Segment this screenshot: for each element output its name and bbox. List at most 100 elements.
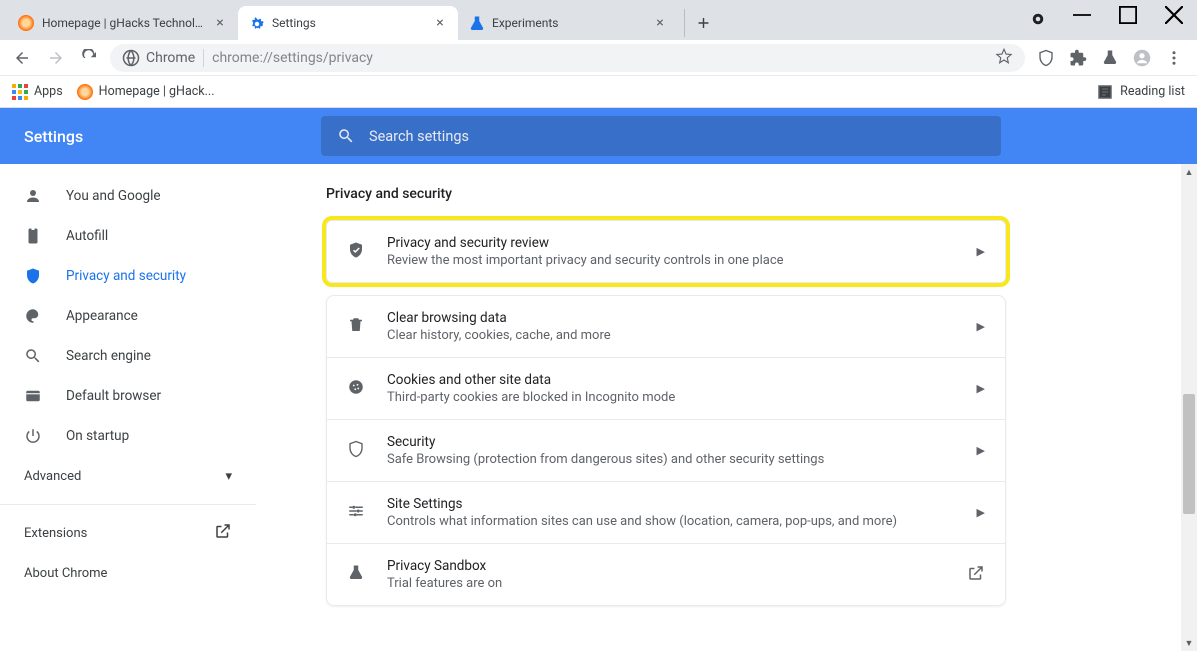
search-icon [24,347,44,365]
settings-content: You and Google Autofill Privacy and secu… [0,164,1197,651]
extensions-icon[interactable] [1063,43,1093,73]
sidebar-label: Search engine [66,348,151,364]
bookmark-ghacks[interactable]: Homepage | gHack... [77,84,215,100]
ublock-icon[interactable] [1031,43,1061,73]
window-controls [1059,0,1197,30]
tab-strip: Homepage | gHacks Technology × Settings … [0,0,712,40]
sidebar-extensions[interactable]: Extensions [0,513,256,553]
reading-list-label: Reading list [1120,84,1185,99]
row-subtitle: Review the most important privacy and se… [387,253,957,268]
row-privacy-review[interactable]: Privacy and security review Review the mo… [327,221,1005,282]
sidebar-label: On startup [66,428,129,444]
row-title: Security [387,434,957,450]
row-title: Site Settings [387,496,957,512]
chevron-right-icon: ▶ [977,382,985,395]
search-icon [337,127,355,145]
row-subtitle: Trial features are on [387,576,947,591]
sidebar-item-privacy-security[interactable]: Privacy and security [0,256,256,296]
labs-icon[interactable] [1095,43,1125,73]
scroll-up-icon[interactable]: ▲ [1181,164,1197,180]
new-tab-button[interactable] [684,9,712,37]
tab-ghacks[interactable]: Homepage | gHacks Technology × [8,6,238,40]
tab-settings[interactable]: Settings × [238,6,458,40]
shield-icon [24,267,44,285]
gear-icon [248,15,264,31]
menu-icon[interactable] [1159,43,1189,73]
sidebar-label: Autofill [66,228,108,244]
sidebar-item-default-browser[interactable]: Default browser [0,376,256,416]
chevron-right-icon: ▶ [977,245,985,258]
row-title: Clear browsing data [387,310,957,326]
chevron-right-icon: ▶ [977,444,985,457]
main-panel: Privacy and security Privacy and securit… [256,164,1197,651]
apps-grid-icon [12,84,28,100]
back-button[interactable] [8,44,36,72]
row-clear-browsing-data[interactable]: Clear browsing data Clear history, cookie… [327,296,1005,358]
scroll-thumb[interactable] [1183,394,1195,514]
row-title: Privacy and security review [387,235,957,251]
chevron-down-icon: ▾ [225,469,232,484]
cookie-icon [347,378,367,400]
ghacks-favicon-icon [77,84,93,100]
close-icon[interactable]: × [432,15,448,31]
shield-icon [347,440,367,462]
sidebar-item-on-startup[interactable]: On startup [0,416,256,456]
flask-icon [468,15,484,31]
tab-title: Homepage | gHacks Technology [42,16,204,30]
row-cookies[interactable]: Cookies and other site data Third-party c… [327,358,1005,420]
scrollbar[interactable]: ▲ ▼ [1181,164,1197,651]
close-icon[interactable]: × [212,15,228,31]
row-site-settings[interactable]: Site SettingsControls what information s… [327,482,1005,544]
bookmark-star-icon[interactable] [995,47,1013,69]
sidebar-advanced[interactable]: Advanced ▾ [0,456,256,496]
apps-shortcut[interactable]: Apps [12,84,63,100]
trash-icon [347,316,367,338]
sidebar-about[interactable]: About Chrome [0,553,256,593]
toolbar: Chrome chrome://settings/privacy [0,40,1197,76]
forward-button[interactable] [42,44,70,72]
sidebar-item-autofill[interactable]: Autofill [0,216,256,256]
scroll-down-icon[interactable]: ▼ [1181,635,1197,651]
toolbar-actions [1031,43,1189,73]
sidebar: You and Google Autofill Privacy and secu… [0,164,256,651]
tab-experiments[interactable]: Experiments × [458,6,678,40]
ghacks-favicon-icon [18,15,34,31]
sidebar-label: You and Google [66,188,161,204]
maximize-button[interactable] [1105,0,1151,30]
sidebar-label: Appearance [66,308,138,324]
chevron-right-icon: ▶ [977,506,985,519]
apps-label: Apps [34,84,63,99]
external-link-icon [967,564,985,585]
row-privacy-sandbox[interactable]: Privacy SandboxTrial features are on [327,544,1005,605]
external-link-icon [214,522,232,544]
close-icon[interactable]: × [652,15,668,31]
row-subtitle: Clear history, cookies, cache, and more [387,328,957,343]
sidebar-item-you-and-google[interactable]: You and Google [0,176,256,216]
reload-button[interactable] [76,44,104,72]
minimize-button[interactable] [1059,0,1105,30]
profile-icon[interactable] [1127,43,1157,73]
chevron-right-icon: ▶ [977,320,985,333]
omnibox[interactable]: Chrome chrome://settings/privacy [110,44,1025,72]
close-window-button[interactable] [1151,0,1197,30]
advanced-label: Advanced [24,469,81,484]
search-input[interactable] [369,128,985,145]
row-subtitle: Third-party cookies are blocked in Incog… [387,390,957,405]
sidebar-label: Default browser [66,388,161,404]
search-settings[interactable] [321,116,1001,156]
settings-header: Settings [0,108,1197,164]
section-title: Privacy and security [326,186,1197,202]
clipboard-icon [24,227,44,245]
row-security[interactable]: SecuritySafe Browsing (protection from d… [327,420,1005,482]
sidebar-item-appearance[interactable]: Appearance [0,296,256,336]
row-title: Cookies and other site data [387,372,957,388]
tab-title: Settings [272,16,424,30]
window-titlebar: Homepage | gHacks Technology × Settings … [0,0,1197,40]
palette-icon [24,307,44,325]
reading-list-button[interactable]: Reading list [1096,83,1185,101]
sidebar-item-search-engine[interactable]: Search engine [0,336,256,376]
bookmarks-bar: Apps Homepage | gHack... Reading list [0,76,1197,108]
bookmark-label: Homepage | gHack... [99,84,215,99]
site-info-icon[interactable]: Chrome [122,49,204,67]
record-indicator-icon [1029,10,1047,28]
